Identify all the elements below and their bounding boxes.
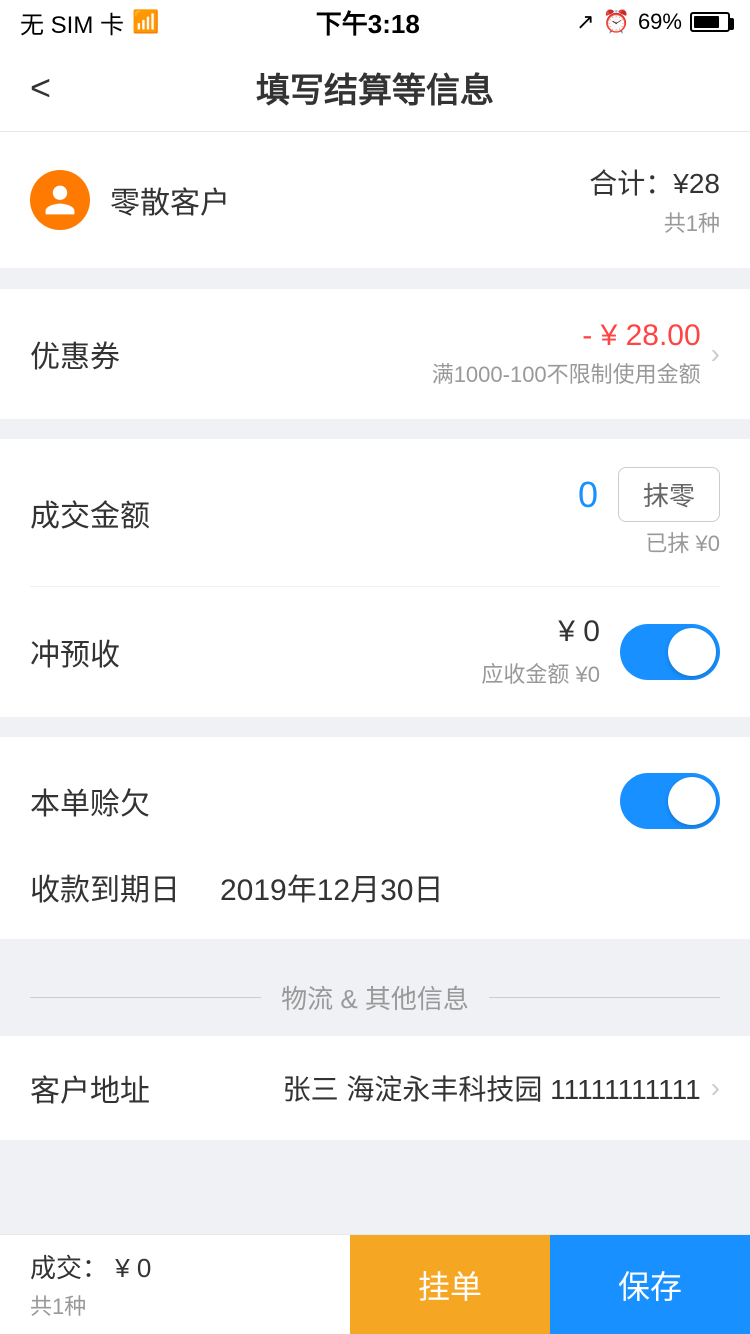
prepay-amount: ¥ 0: [558, 615, 600, 649]
back-button[interactable]: <: [30, 67, 51, 109]
address-label: 客户地址: [30, 1066, 150, 1110]
status-right: ↗ ⏰ 69%: [576, 9, 730, 35]
bottom-count-text: 共1种: [30, 1289, 320, 1321]
debt-row: 本单赊欠: [30, 737, 720, 865]
address-chevron-icon: ›: [711, 1072, 720, 1104]
nav-bar: < 填写结算等信息: [0, 44, 750, 132]
alarm-icon: ⏰: [603, 9, 630, 35]
address-section[interactable]: 客户地址 张三 海淀永丰科技园 11111111111 ›: [0, 1036, 750, 1140]
prepay-row: 冲预收 ¥ 0 应收金额 ¥0: [30, 587, 720, 717]
due-date-label: 收款到期日: [30, 865, 180, 909]
transaction-section: 成交金额 0 抹零 已抹 ¥0 冲预收 ¥ 0 应收金额 ¥0: [0, 439, 750, 717]
prepay-sub-text: 应收金额 ¥0: [481, 657, 600, 689]
status-left: 无 SIM 卡 📶: [20, 5, 159, 40]
coupon-chevron-icon: ›: [711, 338, 720, 370]
coupon-section[interactable]: 优惠券 - ¥ 28.00 满1000-100不限制使用金额 ›: [0, 288, 750, 419]
total-amount: 合计：¥28: [589, 162, 720, 202]
debt-toggle[interactable]: [620, 773, 720, 829]
coupon-row[interactable]: 优惠券 - ¥ 28.00 满1000-100不限制使用金额 ›: [0, 288, 750, 419]
bottom-summary: 成交： ¥ 0 共1种: [0, 1248, 350, 1321]
due-date-row: 收款到期日 2019年12月30日: [30, 865, 720, 939]
logistics-divider-area: 物流 & 其他信息: [0, 959, 750, 1036]
transaction-amount[interactable]: 0: [578, 474, 598, 516]
transaction-right: 0 抹零 已抹 ¥0: [578, 467, 720, 558]
coupon-description: 满1000-100不限制使用金额: [432, 357, 701, 389]
avatar: [30, 170, 90, 230]
divider-line-left: [30, 997, 261, 998]
status-bar: 无 SIM 卡 📶 下午3:18 ↗ ⏰ 69%: [0, 0, 750, 44]
customer-row: 零散客户 合计：¥28 共1种: [0, 132, 750, 268]
logistics-label: 物流 & 其他信息: [261, 979, 489, 1016]
customer-left: 零散客户: [30, 170, 230, 230]
debt-label: 本单赊欠: [30, 779, 150, 823]
customer-right: 合计：¥28 共1种: [589, 162, 720, 238]
prepay-label: 冲预收: [30, 630, 120, 674]
debt-section: 本单赊欠 收款到期日 2019年12月30日: [0, 737, 750, 939]
location-icon: ↗: [576, 9, 594, 35]
transaction-row-right: 0 抹零: [578, 467, 720, 522]
total-count: 共1种: [589, 206, 720, 238]
bottom-bar: 成交： ¥ 0 共1种 挂单 保存: [0, 1234, 750, 1334]
wifi-icon: 📶: [132, 9, 159, 35]
hold-button[interactable]: 挂单: [350, 1235, 550, 1334]
save-button[interactable]: 保存: [550, 1235, 750, 1334]
toggle-knob: [668, 628, 716, 676]
prepay-amount-area: ¥ 0 应收金额 ¥0: [481, 615, 600, 689]
round-off-button[interactable]: 抹零: [618, 467, 720, 522]
due-date-value[interactable]: 2019年12月30日: [220, 865, 443, 909]
status-time: 下午3:18: [316, 4, 420, 41]
customer-section: 零散客户 合计：¥28 共1种: [0, 132, 750, 268]
battery-text: 69%: [638, 9, 682, 35]
transaction-label: 成交金额: [30, 491, 150, 535]
customer-name: 零散客户: [110, 178, 230, 222]
page-title: 填写结算等信息: [256, 63, 494, 112]
coupon-discount: - ¥ 28.00: [432, 319, 701, 353]
user-icon: [42, 182, 78, 218]
address-row[interactable]: 客户地址 张三 海淀永丰科技园 11111111111 ›: [0, 1036, 750, 1140]
address-value: 张三 海淀永丰科技园 11111111111: [283, 1068, 701, 1108]
transaction-row: 成交金额 0 抹零 已抹 ¥0: [30, 439, 720, 587]
logistics-divider: 物流 & 其他信息: [30, 979, 720, 1016]
address-right: 张三 海淀永丰科技园 11111111111 ›: [283, 1068, 720, 1108]
coupon-label: 优惠券: [30, 332, 120, 376]
no-sim-text: 无 SIM 卡: [20, 5, 124, 40]
prepay-toggle[interactable]: [620, 624, 720, 680]
coupon-right: - ¥ 28.00 满1000-100不限制使用金额 ›: [432, 319, 720, 389]
prepay-right: ¥ 0 应收金额 ¥0: [481, 615, 720, 689]
debt-toggle-knob: [668, 777, 716, 825]
transaction-sub-text: 已抹 ¥0: [645, 526, 720, 558]
battery-icon: [690, 12, 730, 32]
divider-line-right: [489, 997, 720, 998]
bottom-transaction-text: 成交： ¥ 0: [30, 1248, 320, 1285]
coupon-info: - ¥ 28.00 满1000-100不限制使用金额: [432, 319, 701, 389]
